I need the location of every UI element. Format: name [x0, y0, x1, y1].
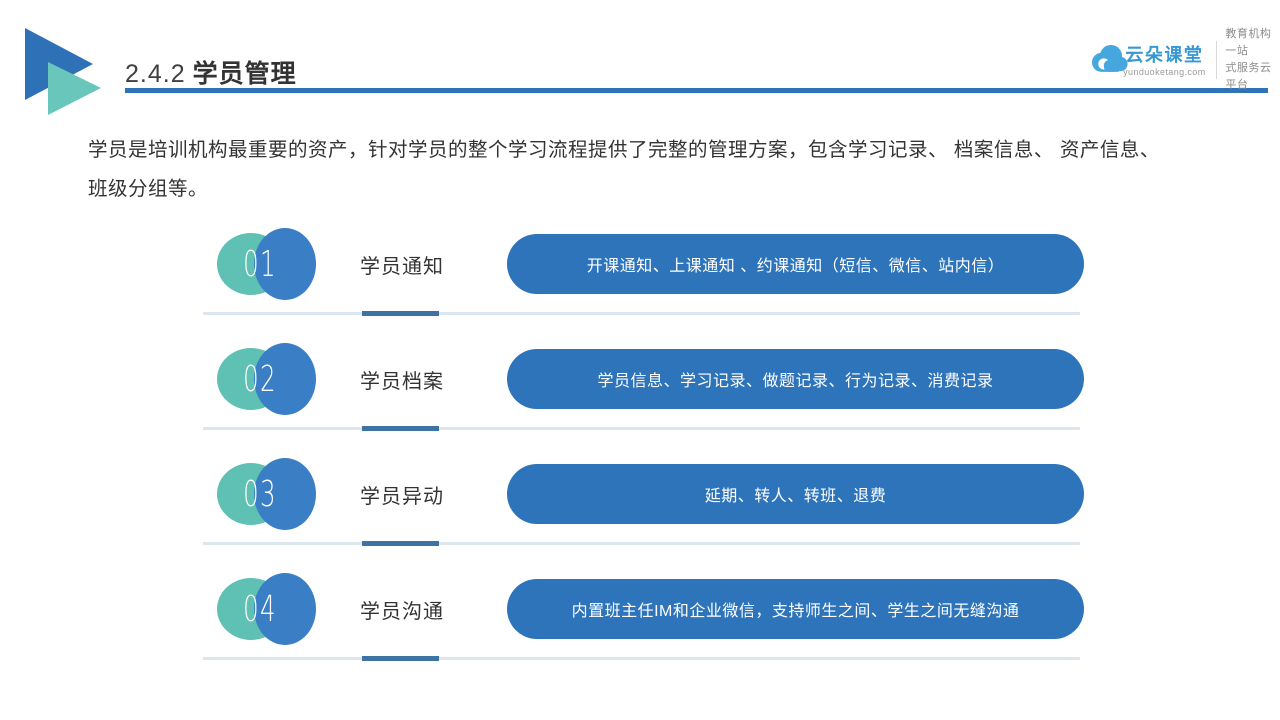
number-badge: 04: [217, 573, 317, 645]
feature-label: 学员档案: [360, 329, 444, 429]
intro-line1: 学员是培训机构最重要的资产，针对学员的整个学习流程提供了完整的管理方案，包含学习…: [88, 139, 1160, 161]
row-divider-accent: [362, 656, 439, 661]
feature-list: 01 学员通知 开课通知、上课通知 、约课通知（短信、微信、站内信） 02 学员…: [203, 214, 1080, 674]
slide-corner-logo-icon: [12, 14, 117, 119]
feature-row-archive: 02 学员档案 学员信息、学习记录、做题记录、行为记录、消费记录: [203, 329, 1080, 444]
row-divider: [203, 542, 1080, 545]
brand-slogan-line1: 教育机构一站: [1225, 26, 1280, 60]
number-badge: 03: [217, 458, 317, 530]
badge-number: 01: [231, 228, 289, 300]
badge-number: 04: [231, 573, 289, 645]
brand-name: 云朵课堂: [1125, 44, 1203, 66]
feature-description-pill: 开课通知、上课通知 、约课通知（短信、微信、站内信）: [507, 234, 1084, 294]
number-badge: 01: [217, 228, 317, 300]
brand-logo: 云朵课堂 yunduoketang.com 教育机构一站 式服务云平台: [1088, 26, 1280, 94]
intro-line2: 班级分组等。: [88, 178, 208, 200]
brand-text: 云朵课堂 yunduoketang.com: [1123, 44, 1205, 77]
badge-number: 02: [231, 343, 289, 415]
intro-paragraph: 学员是培训机构最重要的资产，针对学员的整个学习流程提供了完整的管理方案，包含学习…: [88, 131, 1238, 209]
number-badge: 02: [217, 343, 317, 415]
section-number: 2.4.2: [125, 60, 186, 88]
feature-label: 学员沟通: [360, 559, 444, 659]
page-title: 2.4.2学员管理: [125, 54, 297, 90]
slide: 2.4.2学员管理 云朵课堂 yunduoketang.com 教育机构一站 式…: [0, 0, 1280, 720]
brand-slogan: 教育机构一站 式服务云平台: [1225, 26, 1280, 94]
feature-row-communicate: 04 学员沟通 内置班主任IM和企业微信，支持师生之间、学生之间无缝沟通: [203, 559, 1080, 674]
row-divider: [203, 427, 1080, 430]
row-divider-accent: [362, 426, 439, 431]
feature-description-pill: 学员信息、学习记录、做题记录、行为记录、消费记录: [507, 349, 1084, 409]
row-divider: [203, 657, 1080, 660]
feature-description-pill: 内置班主任IM和企业微信，支持师生之间、学生之间无缝沟通: [507, 579, 1084, 639]
feature-description-pill: 延期、转人、转班、退费: [507, 464, 1084, 524]
row-divider-accent: [362, 541, 439, 546]
page-title-text: 学员管理: [193, 60, 297, 88]
feature-label: 学员通知: [360, 214, 444, 314]
brand-domain: yunduoketang.com: [1123, 67, 1205, 77]
brand-divider: [1216, 41, 1217, 79]
feature-row-change: 03 学员异动 延期、转人、转班、退费: [203, 444, 1080, 559]
feature-label: 学员异动: [360, 444, 444, 544]
row-divider: [203, 312, 1080, 315]
feature-row-notify: 01 学员通知 开课通知、上课通知 、约课通知（短信、微信、站内信）: [203, 214, 1080, 329]
row-divider-accent: [362, 311, 439, 316]
badge-number: 03: [231, 458, 289, 530]
brand-slogan-line2: 式服务云平台: [1225, 60, 1280, 94]
